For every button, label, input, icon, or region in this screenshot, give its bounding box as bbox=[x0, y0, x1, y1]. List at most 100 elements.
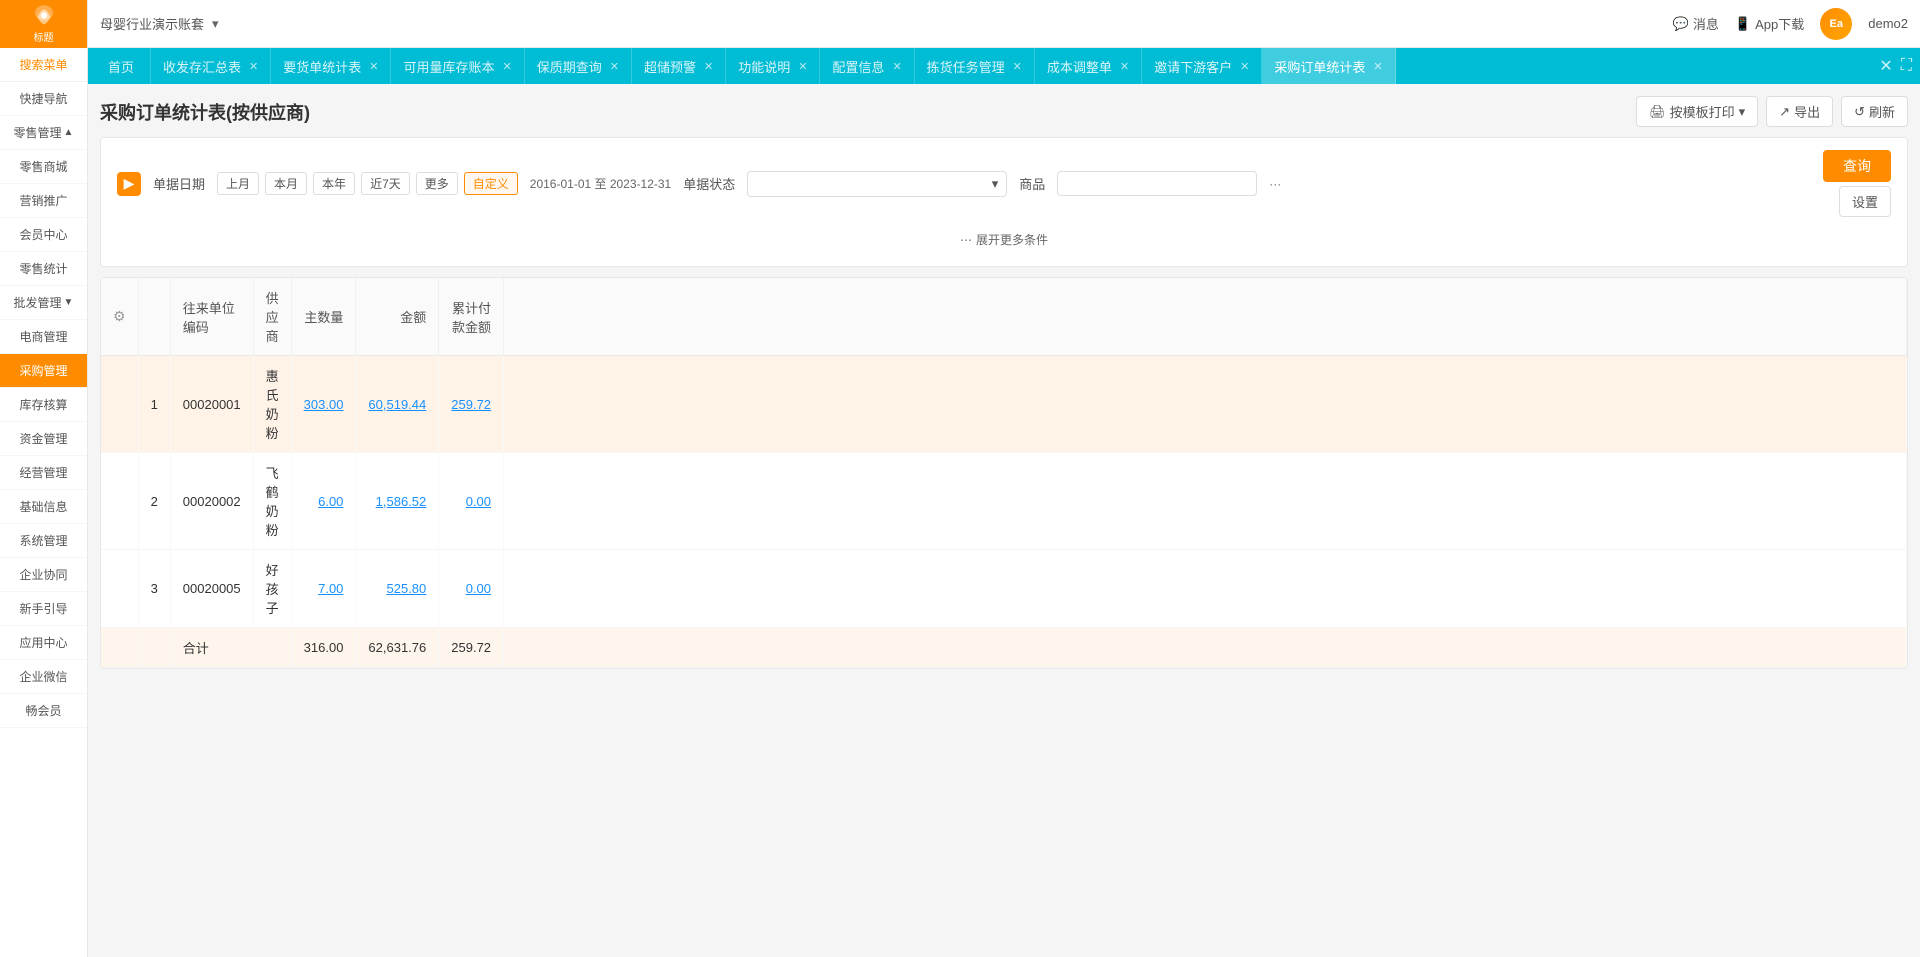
tab-controls: ✕ ⛶ bbox=[1879, 56, 1916, 76]
tab-overstock-alert[interactable]: 超储预警 ✕ bbox=[632, 48, 726, 84]
table-row: 3 00020005 好孩子 7.00 525.80 0.00 bbox=[101, 550, 1907, 628]
tab-cost-adjust[interactable]: 成本调整单 ✕ bbox=[1035, 48, 1142, 84]
date-quick-this-month[interactable]: 本月 bbox=[265, 172, 307, 195]
tab-home[interactable]: 首页 bbox=[92, 48, 151, 84]
row2-quantity[interactable]: 6.00 bbox=[291, 453, 356, 550]
sidebar-item-member-club[interactable]: 畅会员 bbox=[0, 694, 87, 728]
sidebar-item-enterprise-wechat[interactable]: 企业微信 bbox=[0, 660, 87, 694]
sidebar-item-quick-nav[interactable]: 快捷导航 bbox=[0, 82, 87, 116]
table-header-row: ⚙ 往来单位编码 供应商 主数量 金额 累计付款金额 bbox=[101, 278, 1907, 356]
sidebar-item-ecommerce[interactable]: 电商管理 bbox=[0, 320, 87, 354]
topbar-right: 💬 消息 📱 App下载 Ea demo2 bbox=[1673, 8, 1908, 40]
expand-more-btn[interactable]: ⋯ 展开更多条件 bbox=[117, 225, 1891, 254]
col-settings[interactable]: ⚙ bbox=[101, 278, 138, 356]
row3-amount[interactable]: 525.80 bbox=[356, 550, 439, 628]
col-supplier: 供应商 bbox=[253, 278, 291, 356]
logo-text: 标题 bbox=[34, 29, 54, 44]
sidebar-item-retail-mgmt[interactable]: 零售管理 ▲ bbox=[0, 116, 87, 150]
sidebar-item-finance[interactable]: 资金管理 bbox=[0, 422, 87, 456]
sidebar-item-stock-check[interactable]: 库存核算 bbox=[0, 388, 87, 422]
tab-expiry-query[interactable]: 保质期查询 ✕ bbox=[525, 48, 632, 84]
sidebar-item-wholesale-mgmt[interactable]: 批发管理 ▼ bbox=[0, 286, 87, 320]
tab-purchase-summary[interactable]: 采购订单统计表 ✕ bbox=[1262, 48, 1395, 84]
row1-quantity[interactable]: 303.00 bbox=[291, 356, 356, 453]
row3-supplier: 好孩子 bbox=[253, 550, 291, 628]
message-icon: 💬 bbox=[1673, 16, 1689, 32]
sidebar-search[interactable]: 搜索菜单 bbox=[0, 48, 87, 82]
tab-close-order-summary[interactable]: ✕ bbox=[369, 60, 378, 73]
tab-function-desc[interactable]: 功能说明 ✕ bbox=[726, 48, 820, 84]
tab-available-stock[interactable]: 可用量库存账本 ✕ bbox=[391, 48, 524, 84]
refresh-button[interactable]: ↺ 刷新 bbox=[1841, 96, 1908, 127]
sidebar-item-ops[interactable]: 经营管理 bbox=[0, 456, 87, 490]
tab-close-expiry-query[interactable]: ✕ bbox=[610, 60, 619, 73]
org-name: 母婴行业演示账套 bbox=[100, 14, 204, 33]
sidebar-item-purchase-mgmt[interactable]: 采购管理 bbox=[0, 354, 87, 388]
date-quick-7days[interactable]: 近7天 bbox=[361, 172, 410, 195]
row1-paid-amount[interactable]: 259.72 bbox=[439, 356, 504, 453]
row1-amount[interactable]: 60,519.44 bbox=[356, 356, 439, 453]
goods-filter-input[interactable] bbox=[1057, 171, 1257, 196]
app-logo: 标题 bbox=[0, 0, 87, 48]
sidebar-item-sys-mgmt[interactable]: 系统管理 bbox=[0, 524, 87, 558]
user-name: demo2 bbox=[1868, 16, 1908, 31]
footer-extra bbox=[504, 628, 1907, 668]
footer-amount: 62,631.76 bbox=[356, 628, 439, 668]
org-dropdown-icon[interactable]: ▾ bbox=[212, 16, 219, 32]
row3-paid-amount[interactable]: 0.00 bbox=[439, 550, 504, 628]
tab-close-overstock-alert[interactable]: ✕ bbox=[704, 60, 713, 73]
date-quick-more[interactable]: 更多 bbox=[416, 172, 458, 195]
sidebar-item-enterprise-collab[interactable]: 企业协同 bbox=[0, 558, 87, 592]
tab-order-summary[interactable]: 要货单统计表 ✕ bbox=[271, 48, 391, 84]
goods-more-btn[interactable]: ··· bbox=[1269, 177, 1281, 191]
message-btn[interactable]: 💬 消息 bbox=[1673, 14, 1719, 33]
row2-paid-amount[interactable]: 0.00 bbox=[439, 453, 504, 550]
tab-close-function-desc[interactable]: ✕ bbox=[798, 60, 807, 73]
col-index bbox=[138, 278, 170, 356]
footer-index bbox=[138, 628, 170, 668]
tab-invite-downstream[interactable]: 邀请下游客户 ✕ bbox=[1142, 48, 1262, 84]
app-download-btn[interactable]: 📱 App下载 bbox=[1735, 14, 1804, 33]
main-area: 母婴行业演示账套 ▾ 💬 消息 📱 App下载 Ea demo2 首页 收发存汇… bbox=[88, 0, 1920, 957]
sidebar-item-members[interactable]: 会员中心 bbox=[0, 218, 87, 252]
date-custom-badge[interactable]: 自定义 bbox=[464, 172, 518, 195]
sidebar-item-marketing[interactable]: 营销推广 bbox=[0, 184, 87, 218]
row1-unit-code: 00020001 bbox=[170, 356, 253, 453]
settings-button[interactable]: 设置 bbox=[1839, 186, 1891, 217]
tab-close-config-info[interactable]: ✕ bbox=[892, 60, 901, 73]
user-avatar[interactable]: Ea bbox=[1820, 8, 1852, 40]
tab-close-purchase-summary[interactable]: ✕ bbox=[1373, 60, 1382, 73]
footer-settings-cell bbox=[101, 628, 138, 668]
date-quick-last-month[interactable]: 上月 bbox=[217, 172, 259, 195]
sidebar-item-new-guide[interactable]: 新手引导 bbox=[0, 592, 87, 626]
filter-toggle-button[interactable]: ▶ bbox=[117, 172, 141, 196]
tab-close-invite-downstream[interactable]: ✕ bbox=[1240, 60, 1249, 73]
maximize-icon[interactable]: ⛶ bbox=[1901, 57, 1912, 75]
template-print-button[interactable]: 🖨 按模板打印 ▾ bbox=[1636, 96, 1758, 127]
tab-close-available-stock[interactable]: ✕ bbox=[503, 60, 512, 73]
sidebar-item-retail-stats[interactable]: 零售统计 bbox=[0, 252, 87, 286]
tab-close-cost-adjust[interactable]: ✕ bbox=[1120, 60, 1129, 73]
tab-config-info[interactable]: 配置信息 ✕ bbox=[820, 48, 914, 84]
tab-close-picking-task[interactable]: ✕ bbox=[1013, 60, 1022, 73]
row2-amount[interactable]: 1,586.52 bbox=[356, 453, 439, 550]
col-quantity: 主数量 bbox=[291, 278, 356, 356]
date-range-display: 2016-01-01 至 2023-12-31 bbox=[530, 175, 671, 192]
close-all-tabs-icon[interactable]: ✕ bbox=[1879, 56, 1892, 76]
topbar: 母婴行业演示账套 ▾ 💬 消息 📱 App下载 Ea demo2 bbox=[88, 0, 1920, 48]
data-table-container: ⚙ 往来单位编码 供应商 主数量 金额 累计付款金额 1 bbox=[100, 277, 1908, 669]
sidebar-item-basic-info[interactable]: 基础信息 bbox=[0, 490, 87, 524]
tab-close-receive-summary[interactable]: ✕ bbox=[249, 60, 258, 73]
status-select[interactable]: ▾ bbox=[747, 171, 1007, 197]
row3-quantity[interactable]: 7.00 bbox=[291, 550, 356, 628]
sidebar-item-app-center[interactable]: 应用中心 bbox=[0, 626, 87, 660]
sidebar-item-retail-store[interactable]: 零售商城 bbox=[0, 150, 87, 184]
export-button[interactable]: ↗ 导出 bbox=[1766, 96, 1833, 127]
filter-panel: ▶ 单据日期 上月 本月 本年 近7天 更多 自定义 2016-01-01 至 … bbox=[100, 137, 1908, 267]
sidebar: 标题 搜索菜单 快捷导航 零售管理 ▲ 零售商城 营销推广 会员中心 零售统计 … bbox=[0, 0, 88, 957]
tab-picking-task[interactable]: 拣货任务管理 ✕ bbox=[915, 48, 1035, 84]
date-quick-this-year[interactable]: 本年 bbox=[313, 172, 355, 195]
col-unit-code: 往来单位编码 bbox=[170, 278, 253, 356]
tab-receive-summary[interactable]: 收发存汇总表 ✕ bbox=[151, 48, 271, 84]
query-button[interactable]: 查询 bbox=[1823, 150, 1891, 182]
